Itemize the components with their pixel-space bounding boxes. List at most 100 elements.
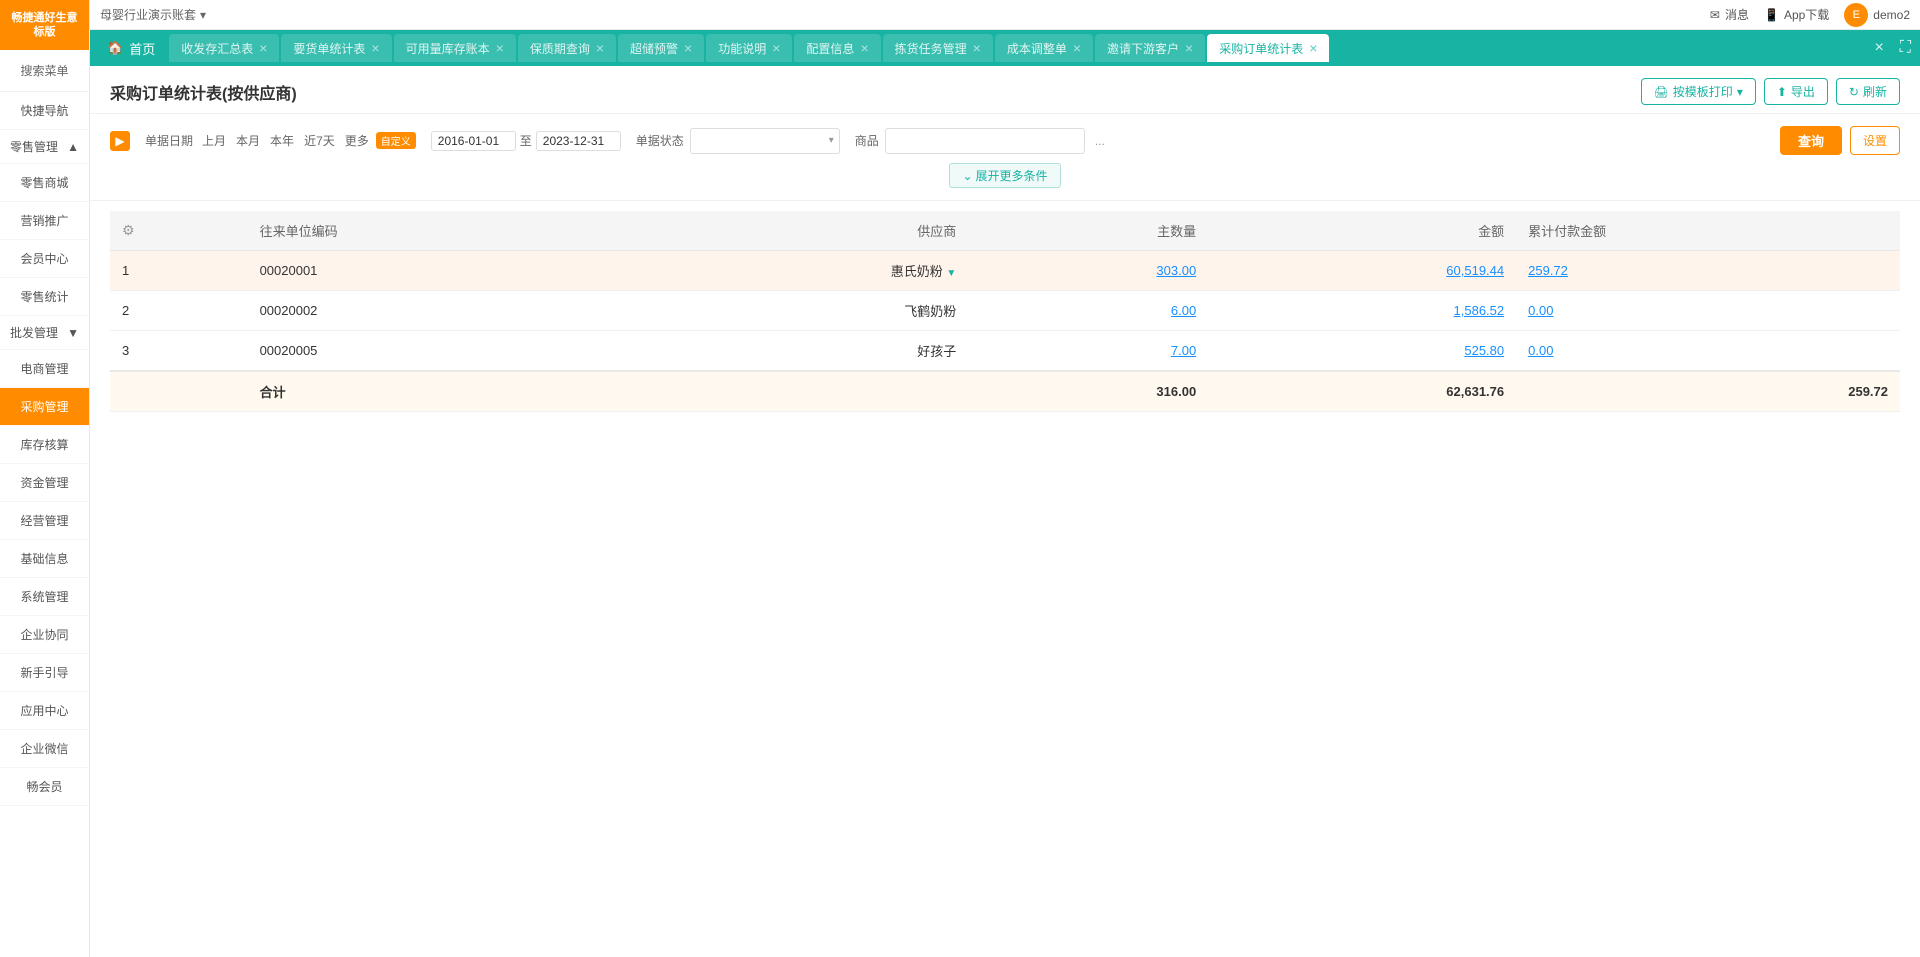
tab-invite-downstream[interactable]: 邀请下游客户 × [1095,34,1205,62]
tab-purchase-order-summary[interactable]: 采购订单统计表 × [1207,34,1329,62]
col-settings: ⚙ [110,211,248,251]
amount: 1,586.52 [1208,291,1516,331]
sidebar-item-basic-info[interactable]: 基础信息 [0,540,89,578]
shortcut-more[interactable]: 更多 [342,131,372,150]
shortcut-last-month[interactable]: 上月 [199,131,229,150]
sidebar: 畅捷通好生意标版 搜索菜单 快捷导航 零售管理 ▲ 零售商城 营销推广 会员中心… [0,0,90,957]
goods-input[interactable] [885,128,1085,154]
search-menu-label[interactable]: 搜索菜单 [5,58,84,83]
message-btn[interactable]: ✉ 消息 [1710,6,1749,23]
status-filter-label: 单据状态 [636,132,684,149]
close-icon[interactable]: × [772,40,780,56]
col-paid: 累计付款金额 [1516,211,1900,251]
close-icon[interactable]: × [684,40,692,56]
tab-picking-task[interactable]: 拣货任务管理 × [883,34,993,62]
sidebar-item-enterprise-coop[interactable]: 企业协同 [0,616,89,654]
logo-text: 畅捷通好生意标版 [12,11,78,40]
sidebar-item-capital-mgmt[interactable]: 资金管理 [0,464,89,502]
row-num: 3 [110,331,248,372]
sidebar-item-label: 应用中心 [20,704,68,718]
setting-button[interactable]: 设置 [1850,126,1900,155]
col-amount: 金额 [1208,211,1516,251]
status-select[interactable] [690,128,840,154]
shortcut-this-month[interactable]: 本月 [233,131,263,150]
sidebar-item-label: 电商管理 [20,362,68,376]
more-options-icon[interactable]: ... [1091,134,1109,148]
close-icon[interactable]: × [596,40,604,56]
close-tab-action[interactable]: × [1870,37,1887,59]
sidebar-item-app-center[interactable]: 应用中心 [0,692,89,730]
sidebar-item-label: 批发管理 [10,324,58,341]
sidebar-item-marketing[interactable]: 营销推广 [0,202,89,240]
close-icon[interactable]: × [259,40,267,56]
refresh-button[interactable]: ↻ 刷新 [1836,78,1900,105]
sidebar-item-purchase-mgmt[interactable]: 采购管理 [0,388,89,426]
sidebar-item-retail-stats[interactable]: 零售统计 [0,278,89,316]
close-icon[interactable]: × [496,40,504,56]
tab-available-stock[interactable]: 可用量库存账本 × [394,34,516,62]
page-content: 采购订单统计表(按供应商) 🖨 按模板打印 ▾ ⬆ 导出 ↻ 刷新 [90,66,1920,957]
tab-label: 要货单统计表 [293,40,365,57]
date-to-input[interactable] [536,131,621,151]
tab-home[interactable]: 🏠 首页 [95,34,167,62]
sidebar-item-ops-mgmt[interactable]: 经营管理 [0,502,89,540]
tab-config-info[interactable]: 配置信息 × [794,34,880,62]
query-button[interactable]: 查询 [1780,126,1842,155]
date-filter-label: 单据日期 [145,132,193,149]
sidebar-item-label: 零售管理 [10,138,58,155]
user-menu[interactable]: E demo2 [1844,3,1910,27]
message-icon: ✉ [1710,8,1720,22]
sidebar-item-ecommerce-mgmt[interactable]: 电商管理 [0,350,89,388]
expand-more-button[interactable]: ⌄ 展开更多条件 [949,163,1060,188]
sidebar-item-wholesale-mgmt[interactable]: 批发管理 ▼ [0,316,89,350]
sidebar-item-sys-mgmt[interactable]: 系统管理 [0,578,89,616]
paid: 0.00 [1516,331,1900,372]
sidebar-item-retail-shop[interactable]: 零售商城 [0,164,89,202]
date-filter-group: 单据日期 上月 本月 本年 近7天 更多 自定义 [145,131,416,150]
page-header-actions: 🖨 按模板打印 ▾ ⬆ 导出 ↻ 刷新 [1641,78,1900,105]
sidebar-item-label: 企业微信 [20,742,68,756]
tab-cost-adjust[interactable]: 成本调整单 × [995,34,1093,62]
chevron-down-icon: ▾ [200,8,206,22]
settings-icon[interactable]: ⚙ [122,222,135,238]
sidebar-item-quick-nav[interactable]: 快捷导航 [0,92,89,130]
sidebar-item-enterprise-wechat[interactable]: 企业微信 [0,730,89,768]
tab-goods-summary[interactable]: 要货单统计表 × [281,34,391,62]
export-button[interactable]: ⬆ 导出 [1764,78,1828,105]
footer-paid: 259.72 [1516,371,1900,412]
sidebar-item-members[interactable]: 会员中心 [0,240,89,278]
sidebar-item-label: 营销推广 [20,214,68,228]
shortcut-this-year[interactable]: 本年 [267,131,297,150]
sidebar-search-section[interactable]: 搜索菜单 [0,50,89,92]
sidebar-item-label: 基础信息 [20,552,68,566]
date-from-input[interactable] [431,131,516,151]
tab-overstock-warning[interactable]: 超储预警 × [618,34,704,62]
sidebar-item-new-guide[interactable]: 新手引导 [0,654,89,692]
home-icon: 🏠 [107,40,123,56]
sidebar-item-retail-mgmt[interactable]: 零售管理 ▲ [0,130,89,164]
table-header-row: ⚙ 往来单位编码 供应商 主数量 金额 累计付款金额 [110,211,1900,251]
print-button[interactable]: 🖨 按模板打印 ▾ [1641,78,1756,105]
workspace-selector[interactable]: 母婴行业演示账套 ▾ [100,6,206,23]
footer-qty: 316.00 [968,371,1208,412]
tab-collect-summary[interactable]: 收发存汇总表 × [169,34,279,62]
row-num: 1 [110,251,248,291]
fullscreen-action[interactable]: ⛶ [1896,37,1915,59]
message-label: 消息 [1725,6,1749,23]
close-icon[interactable]: × [1309,40,1317,56]
close-icon[interactable]: × [371,40,379,56]
chevron-up-icon: ▲ [67,140,79,154]
tab-label: 采购订单统计表 [1219,40,1303,57]
close-icon[interactable]: × [860,40,868,56]
row-num: 2 [110,291,248,331]
tab-func-desc[interactable]: 功能说明 × [706,34,792,62]
filter-collapse-button[interactable]: ▶ [110,131,130,151]
shortcut-7-days[interactable]: 近7天 [301,131,338,150]
close-icon[interactable]: × [973,40,981,56]
sidebar-item-inventory[interactable]: 库存核算 [0,426,89,464]
close-icon[interactable]: × [1185,40,1193,56]
sidebar-item-vip[interactable]: 畅会员 [0,768,89,806]
close-icon[interactable]: × [1073,40,1081,56]
app-download-btn[interactable]: 📱 App下载 [1764,6,1829,23]
tab-expiry-query[interactable]: 保质期查询 × [518,34,616,62]
